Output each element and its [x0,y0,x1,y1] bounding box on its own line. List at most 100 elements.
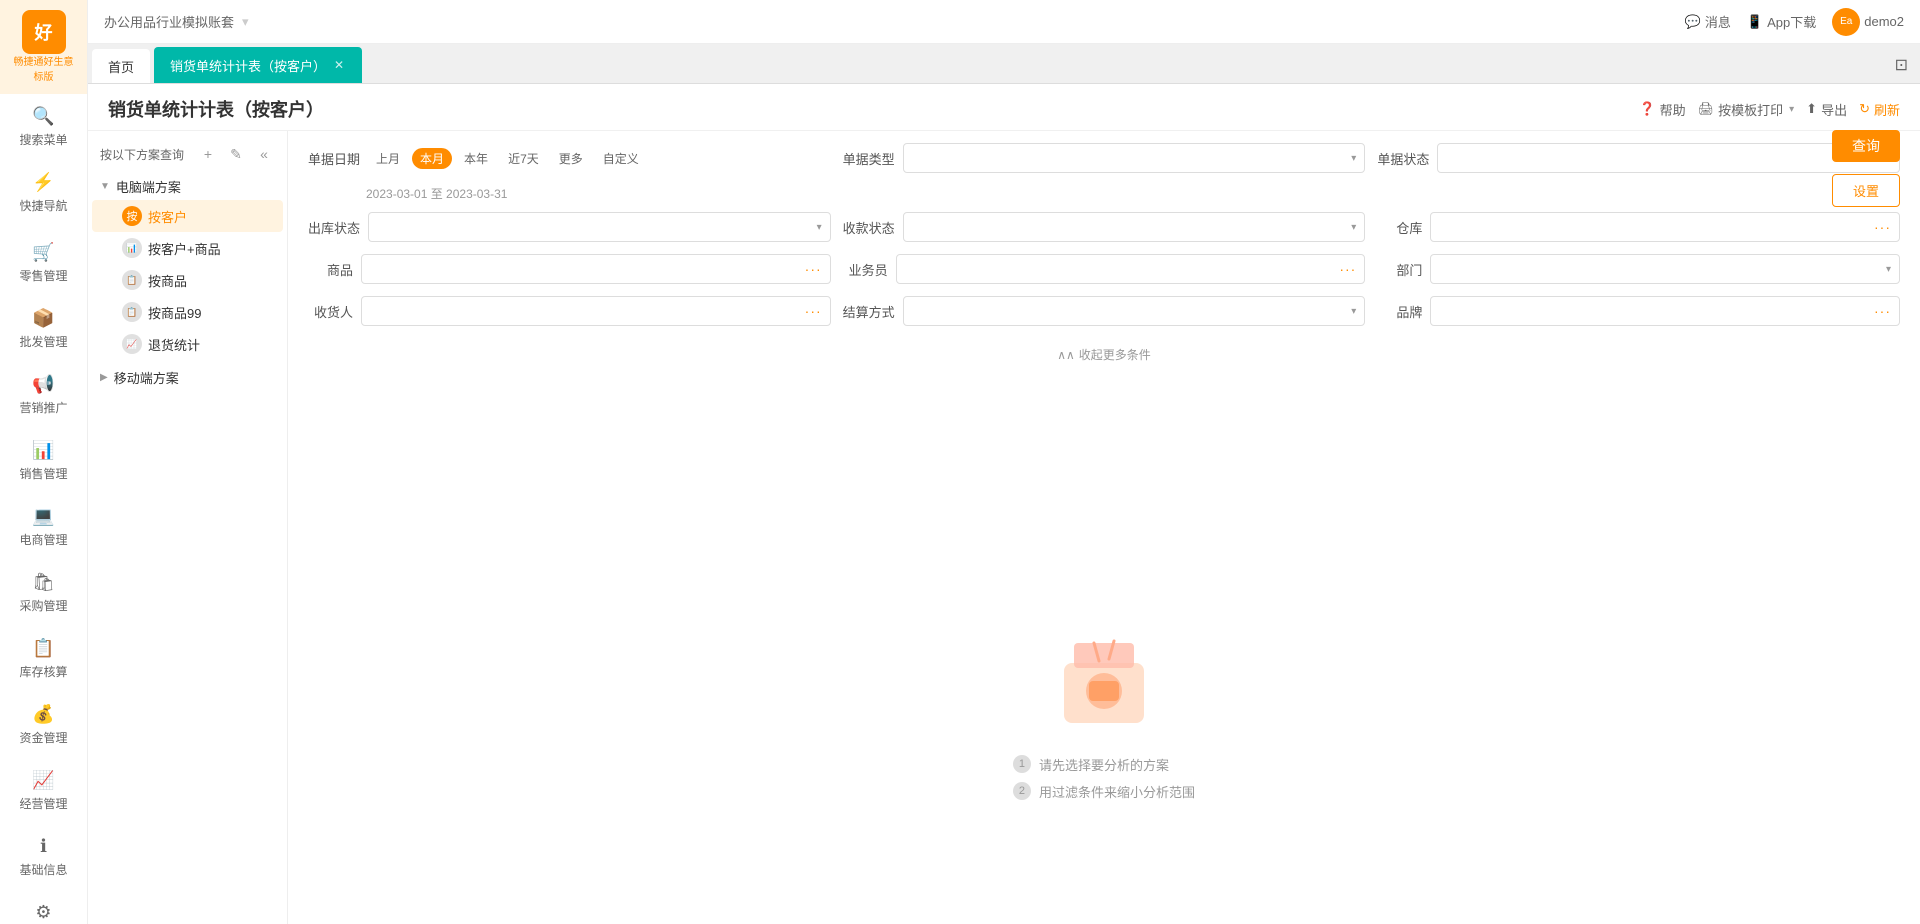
sidebar-item-label: 快捷导航 [19,197,67,214]
page-content: 销货单统计计表（按客户） ❓ 帮助 🖨 按模板打印 ▾ ⬆ 导出 [88,84,1920,924]
doc-status-select[interactable]: ▾ [1437,143,1900,173]
app-download-button[interactable]: 📱 App下载 [1747,12,1816,31]
sidebar-item-basic-info[interactable]: ℹ 基础信息 [0,824,87,890]
sidebar-item-purchase[interactable]: 🛍 采购管理 [0,560,87,626]
product-input[interactable]: ··· [361,254,831,284]
sidebar-item-inventory[interactable]: 📋 库存核算 [0,626,87,692]
sidebar-item-quick-nav[interactable]: ⚡ 快捷导航 [0,160,87,226]
prev-month-btn[interactable]: 上月 [368,148,408,169]
scheme-item-by-product-99[interactable]: 📋 按商品99 [92,296,283,328]
main-area: 办公用品行业模拟账套 ▾ 💬 消息 📱 App下载 Ea demo2 首页 [88,0,1920,924]
empty-illustration [1044,623,1164,743]
filter-row-2: 出库状态 ▾ 收款状态 [308,212,1900,242]
more-btn[interactable]: 更多 [551,148,591,169]
sidebar-item-search-menu[interactable]: 🔍 搜索菜单 [0,94,87,160]
custom-btn[interactable]: 自定义 [595,148,647,169]
header-actions: 💬 消息 📱 App下载 Ea demo2 [1685,8,1904,36]
print-icon: 🖨 [1698,101,1715,117]
collapse-label: 收起更多条件 [1079,346,1151,363]
tab-expand-button[interactable]: ⊡ [1883,47,1920,83]
scheme-collapse-button[interactable]: « [253,143,275,165]
warehouse-control: ··· [1430,212,1900,242]
collapse-bar[interactable]: ∧∧ 收起更多条件 [308,338,1900,371]
brand-input[interactable]: ··· [1430,296,1900,326]
out-status-arrow-icon: ▾ [817,222,822,233]
scheme-item-by-customer[interactable]: 按 按客户 [92,200,283,232]
department-arrow-icon: ▾ [1886,264,1891,275]
sidebar-item-finance[interactable]: 💰 资金管理 [0,692,87,758]
inventory-icon: 📋 [32,638,54,659]
tab-home[interactable]: 首页 [92,49,150,83]
message-button[interactable]: 💬 消息 [1685,12,1731,31]
empty-svg [1044,623,1164,743]
filter-cell-payment-method: 结算方式 ▾ [843,296,1366,326]
export-button[interactable]: ⬆ 导出 [1806,100,1847,119]
scheme-header-label: 按以下方案查询 [100,146,184,163]
sidebar-item-marketing[interactable]: 📢 营销推广 [0,362,87,428]
sidebar-item-sales-mgmt[interactable]: 📊 销售管理 [0,428,87,494]
retail-icon: 🛒 [32,242,54,263]
refresh-button[interactable]: ↻ 刷新 [1859,100,1900,119]
filter-cell-receiver: 收货人 ··· [308,296,831,326]
help-icon: ❓ [1639,101,1655,117]
scheme-group-mobile-header[interactable]: ▶ 移动端方案 [88,364,287,391]
filter-cell-brand: 品牌 ··· [1377,296,1900,326]
content-split: 按以下方案查询 + ✎ « ▼ 电脑端方案 [88,131,1920,924]
scheme-add-button[interactable]: + [197,143,219,165]
payment-method-label: 结算方式 [843,302,895,321]
logo-area: 好 畅捷通好生意 标版 [0,0,87,94]
scheme-item-return-stat[interactable]: 📈 退货统计 [92,328,283,360]
filter-panel: 单据日期 上月 本月 本年 近7天 更多 自定义 [288,131,1920,500]
scheme-group-mobile: ▶ 移动端方案 [88,364,287,391]
sidebar-item-retail-mgmt[interactable]: 🛒 零售管理 [0,230,87,296]
sidebar-item-system[interactable]: ⚙ 系统管理 [0,890,87,924]
filter-cell-out-status: 出库状态 ▾ [308,212,831,242]
ecommerce-icon: 💻 [32,506,54,527]
payment-status-select[interactable]: ▾ [903,212,1366,242]
empty-step-1: 1 请先选择要分析的方案 [1013,755,1195,774]
department-control: ▾ [1430,254,1900,284]
title-actions: ❓ 帮助 🖨 按模板打印 ▾ ⬆ 导出 ↻ 刷新 [1639,100,1900,119]
tab-sales-stat[interactable]: 销货单统计计表（按客户） ✕ [154,47,362,83]
filter-cell-department: 部门 ▾ [1377,254,1900,284]
username-label: demo2 [1864,14,1904,29]
group-expand-icon: ▼ [100,181,110,192]
scheme-group-desktop-header[interactable]: ▼ 电脑端方案 [88,173,287,200]
empty-steps: 1 请先选择要分析的方案 2 用过滤条件来缩小分析范围 [1013,755,1195,801]
receiver-input[interactable]: ··· [361,296,831,326]
scheme-item-by-product[interactable]: 📋 按商品 [92,264,283,296]
this-month-btn[interactable]: 本月 [412,148,452,169]
user-avatar: Ea [1832,8,1860,36]
warehouse-input[interactable]: ··· [1430,212,1900,242]
this-year-btn[interactable]: 本年 [456,148,496,169]
out-status-select[interactable]: ▾ [368,212,831,242]
receiver-control: ··· [361,296,831,326]
scheme-header-actions: + ✎ « [197,143,275,165]
settings-button[interactable]: 设置 [1832,174,1900,207]
scheme-item-by-product-99-label: 按商品99 [148,303,201,322]
doc-type-select[interactable]: ▾ [903,143,1366,173]
group-collapse-icon: ▶ [100,372,108,383]
filter-row-4: 收货人 ··· 结算方式 [308,296,1900,326]
payment-method-select[interactable]: ▾ [903,296,1366,326]
last7-btn[interactable]: 近7天 [500,148,547,169]
scheme-edit-button[interactable]: ✎ [225,143,247,165]
scheme-item-by-customer-product[interactable]: 📊 按客户+商品 [92,232,283,264]
logo-text: 畅捷通好生意 [14,56,74,69]
sidebar-item-wholesale-mgmt[interactable]: 📦 批发管理 [0,296,87,362]
scheme-item-icon-p99: 📋 [122,302,142,322]
export-label: 导出 [1821,100,1847,119]
sidebar-item-label: 库存核算 [19,663,67,680]
message-label: 消息 [1705,12,1731,31]
query-button[interactable]: 查询 [1832,131,1900,162]
tab-close-icon[interactable]: ✕ [332,56,346,74]
user-profile-button[interactable]: Ea demo2 [1832,8,1904,36]
sidebar-item-operations[interactable]: 📈 经营管理 [0,758,87,824]
salesperson-input[interactable]: ··· [896,254,1366,284]
sidebar-item-ecommerce[interactable]: 💻 电商管理 [0,494,87,560]
filter-row-1: 单据日期 上月 本月 本年 近7天 更多 自定义 [308,143,1900,173]
department-select[interactable]: ▾ [1430,254,1900,284]
scheme-item-icon-active: 按 [122,206,142,226]
help-button[interactable]: ❓ 帮助 [1639,100,1685,119]
print-button[interactable]: 🖨 按模板打印 ▾ [1698,100,1795,119]
